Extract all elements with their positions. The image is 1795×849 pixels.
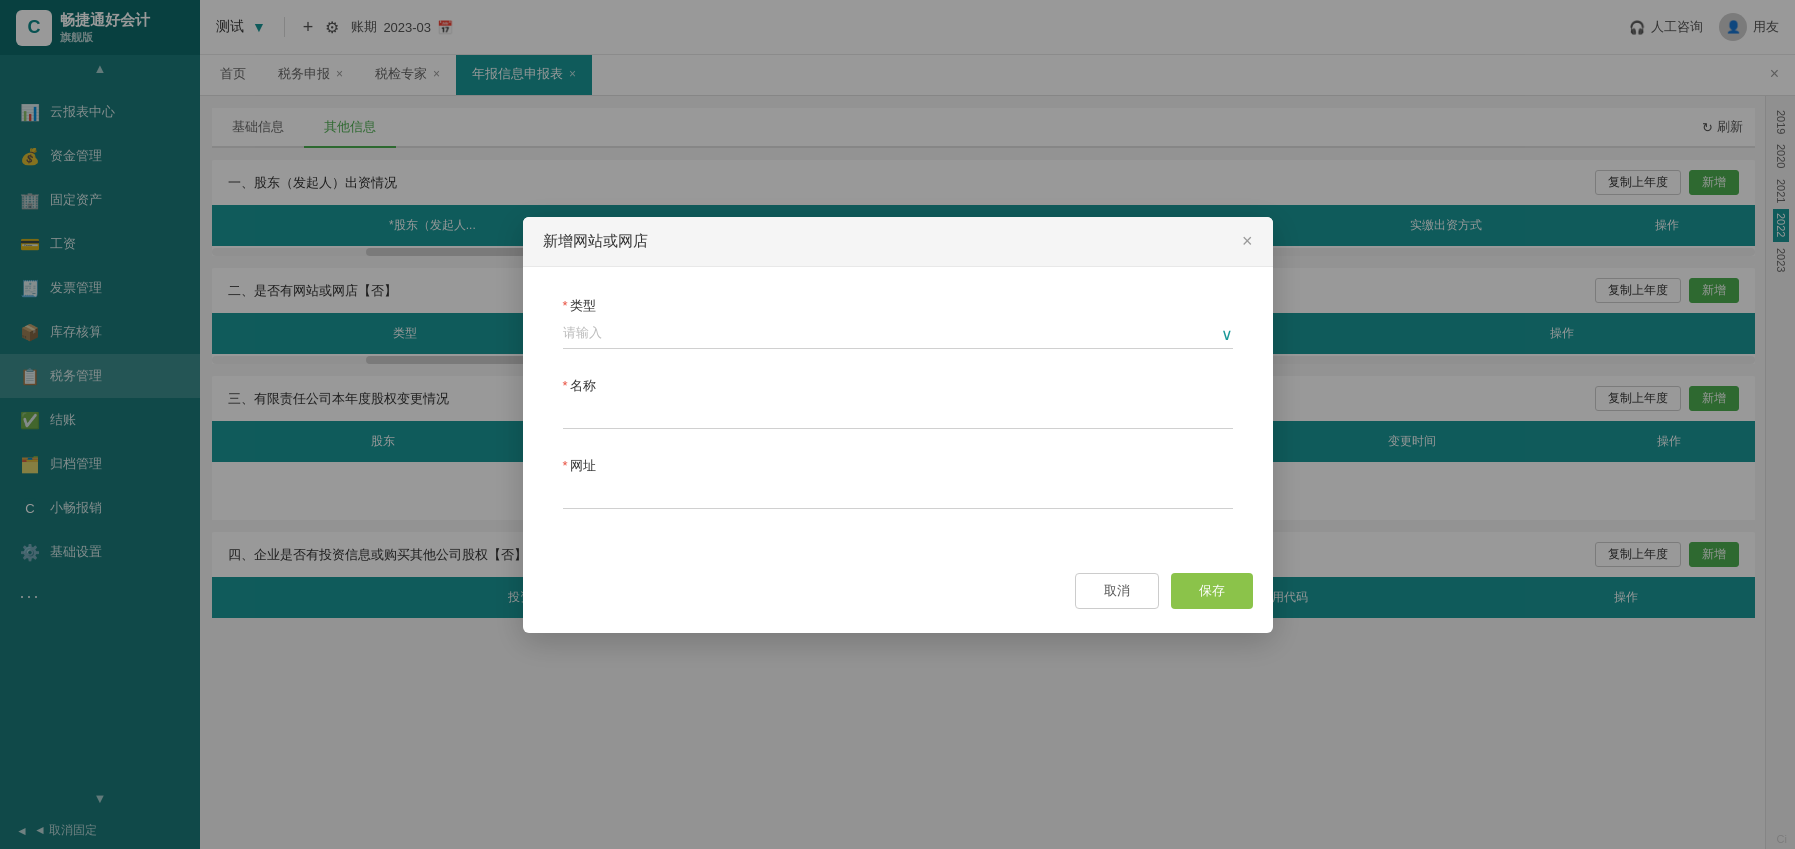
url-input-wrapper (563, 481, 1233, 509)
required-star-url: * (563, 458, 568, 473)
save-button[interactable]: 保存 (1171, 573, 1253, 609)
name-label-text: 名称 (570, 377, 596, 395)
form-field-name: * 名称 (563, 377, 1233, 429)
url-input[interactable] (563, 481, 1233, 504)
type-label: * 类型 (563, 297, 1233, 315)
form-field-type: * 类型 ∨ (563, 297, 1233, 349)
modal-close-btn[interactable]: × (1242, 231, 1253, 252)
cancel-button[interactable]: 取消 (1075, 573, 1159, 609)
name-input-wrapper (563, 401, 1233, 429)
url-label: * 网址 (563, 457, 1233, 475)
type-input-wrapper: ∨ (563, 321, 1233, 349)
url-label-text: 网址 (570, 457, 596, 475)
type-input[interactable] (563, 321, 1233, 344)
name-input[interactable] (563, 401, 1233, 424)
name-label: * 名称 (563, 377, 1233, 395)
required-star-name: * (563, 378, 568, 393)
modal-header: 新增网站或网店 × (523, 217, 1273, 267)
add-website-modal: 新增网站或网店 × * 类型 ∨ * 名称 (523, 217, 1273, 633)
modal-title: 新增网站或网店 (543, 232, 648, 251)
modal-body: * 类型 ∨ * 名称 * (523, 267, 1273, 557)
required-star-type: * (563, 298, 568, 313)
dropdown-chevron[interactable]: ∨ (1221, 325, 1233, 344)
modal-overlay[interactable]: 新增网站或网店 × * 类型 ∨ * 名称 (0, 0, 1795, 849)
form-field-url: * 网址 (563, 457, 1233, 509)
modal-footer: 取消 保存 (523, 557, 1273, 633)
type-label-text: 类型 (570, 297, 596, 315)
